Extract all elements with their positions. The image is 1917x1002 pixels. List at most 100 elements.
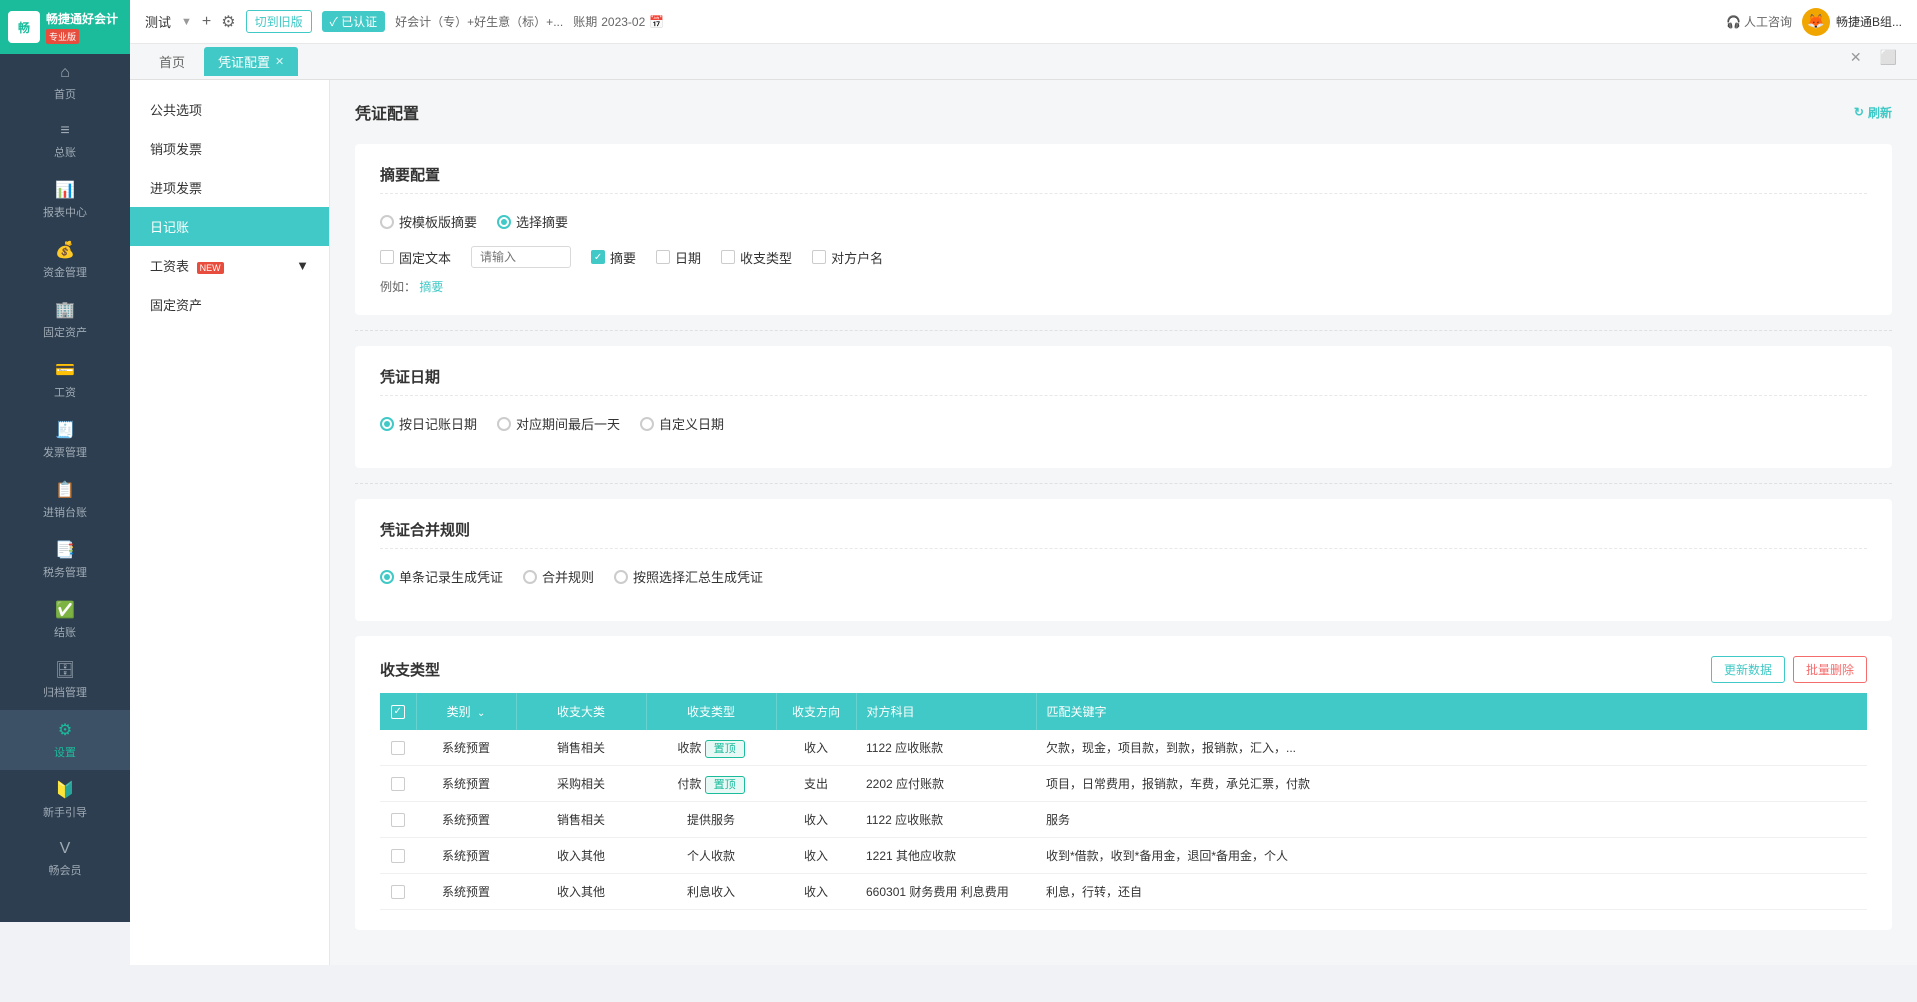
refresh-btn[interactable]: ↻ 刷新 bbox=[1854, 104, 1892, 121]
sidebar-item-guide[interactable]: 🔰 新手引导 bbox=[0, 770, 130, 830]
finance-icon: 💰 bbox=[55, 240, 75, 260]
calendar-icon[interactable]: 📅 bbox=[649, 15, 664, 29]
radio-select-total[interactable]: 按照选择汇总生成凭证 bbox=[614, 567, 763, 586]
radio-custom-date[interactable]: 自定义日期 bbox=[640, 414, 724, 433]
table-row: 系统预置 收入其他 个人收款 收入 1221 其他应收款 收到*借款，收到*备用… bbox=[380, 838, 1867, 874]
batch-delete-btn[interactable]: 批量删除 bbox=[1793, 656, 1867, 683]
update-data-btn[interactable]: 更新数据 bbox=[1711, 656, 1785, 683]
merge-radio-group: 单条记录生成凭证 合并规则 按照选择汇总生成凭证 bbox=[380, 567, 1867, 586]
cell-direction: 支出 bbox=[776, 766, 856, 802]
settings-icon: ⚙ bbox=[58, 720, 72, 740]
cell-account: 2202 应付账款 bbox=[856, 766, 1036, 802]
cell-category: 系统预置 bbox=[416, 874, 516, 910]
left-panel-item-purchase-inv[interactable]: 进项发票 bbox=[130, 168, 329, 207]
sidebar-item-fixed[interactable]: 🏢 固定资产 bbox=[0, 290, 130, 350]
sidebar: 畅 畅捷通好会计 专业版 ⌂ 首页 ≡ 总账 📊 报表中心 💰 资金管理 🏢 固… bbox=[0, 0, 130, 922]
left-panel-item-public[interactable]: 公共选项 bbox=[130, 90, 329, 129]
checkbox-box-counterpart bbox=[812, 250, 826, 264]
user-btn[interactable]: 🦊 畅捷通B组... bbox=[1802, 8, 1902, 36]
table-row: 系统预置 收入其他 利息收入 收入 660301 财务费用 利息费用 利息，行转… bbox=[380, 874, 1867, 910]
new-badge: NEW bbox=[197, 262, 224, 274]
cell-big-type: 采购相关 bbox=[516, 766, 646, 802]
th-check[interactable]: ✓ bbox=[380, 693, 416, 730]
radio-template[interactable]: 按模板版摘要 bbox=[380, 212, 477, 231]
checkbox-date[interactable]: 日期 bbox=[656, 248, 701, 267]
sidebar-item-purchase[interactable]: 📋 进销台账 bbox=[0, 470, 130, 530]
sidebar-logo: 畅 畅捷通好会计 专业版 bbox=[0, 0, 130, 54]
topbar-add-btn[interactable]: + bbox=[202, 13, 211, 31]
cell-check[interactable] bbox=[380, 730, 416, 766]
checkbox-box-fixed bbox=[380, 250, 394, 264]
radio-circle-merge bbox=[523, 570, 537, 584]
radio-circle-single bbox=[380, 570, 394, 584]
fixed-icon: 🏢 bbox=[55, 300, 75, 320]
radio-journal-date[interactable]: 按日记账日期 bbox=[380, 414, 477, 433]
radio-circle-total bbox=[614, 570, 628, 584]
topbar-dropdown[interactable]: ▼ bbox=[181, 16, 192, 28]
left-panel-item-journal[interactable]: 日记账 bbox=[130, 207, 329, 246]
checkbox-fixed-text[interactable]: 固定文本 bbox=[380, 248, 451, 267]
table-row: 系统预置 销售相关 收款 置顶 收入 1122 应收账款 欠款，现金，项目款，到… bbox=[380, 730, 1867, 766]
radio-circle-select bbox=[497, 215, 511, 229]
tab-voucher-config[interactable]: 凭证配置 ✕ bbox=[204, 47, 298, 76]
sidebar-item-salary[interactable]: 💳 工资 bbox=[0, 350, 130, 410]
window-controls: ✕ ⬜ bbox=[1845, 44, 1902, 71]
close-btn[interactable]: ✕ bbox=[1845, 44, 1867, 71]
radio-select[interactable]: 选择摘要 bbox=[497, 212, 568, 231]
date-section: 凭证日期 按日记账日期 对应期间最后一天 自定义日期 bbox=[355, 346, 1892, 468]
avatar: 🦊 bbox=[1802, 8, 1830, 36]
summary-checkbox-row: 固定文本 ✓ 摘要 日期 收支类型 bbox=[380, 246, 1867, 268]
service-btn[interactable]: 🎧 人工咨询 bbox=[1726, 13, 1792, 30]
sidebar-item-invoice[interactable]: 🧾 发票管理 bbox=[0, 410, 130, 470]
tab-home[interactable]: 首页 bbox=[145, 47, 199, 76]
radio-merge-rule[interactable]: 合并规则 bbox=[523, 567, 594, 586]
fixed-text-input[interactable] bbox=[471, 246, 571, 268]
cell-category: 系统预置 bbox=[416, 838, 516, 874]
th-account: 对方科目 bbox=[856, 693, 1036, 730]
left-panel-item-sales[interactable]: 销项发票 bbox=[130, 129, 329, 168]
cell-keyword: 收到*借款，收到*备用金，退回*备用金，个人 bbox=[1036, 838, 1867, 874]
cell-keyword: 欠款，现金，项目款，到款，报销款，汇入，... bbox=[1036, 730, 1867, 766]
logo-badge: 专业版 bbox=[46, 29, 79, 44]
headset-icon: 🎧 bbox=[1726, 15, 1741, 29]
sidebar-item-settlement[interactable]: ✅ 结账 bbox=[0, 590, 130, 650]
sidebar-item-archive[interactable]: 🗄 归档管理 bbox=[0, 650, 130, 710]
sidebar-item-ledger[interactable]: ≡ 总账 bbox=[0, 112, 130, 170]
cell-category: 系统预置 bbox=[416, 730, 516, 766]
cell-type: 利息收入 bbox=[646, 874, 776, 910]
example-text: 例如： 摘要 bbox=[380, 278, 1867, 295]
checkbox-type[interactable]: 收支类型 bbox=[721, 248, 792, 267]
sidebar-item-member[interactable]: V 畅会员 bbox=[0, 830, 130, 888]
radio-single[interactable]: 单条记录生成凭证 bbox=[380, 567, 503, 586]
cell-account: 1122 应收账款 bbox=[856, 730, 1036, 766]
radio-circle-journal-date bbox=[380, 417, 394, 431]
cell-big-type: 收入其他 bbox=[516, 838, 646, 874]
topbar-setting-btn[interactable]: ⚙ bbox=[221, 12, 235, 32]
cell-account: 1122 应收账款 bbox=[856, 802, 1036, 838]
radio-period-last[interactable]: 对应期间最后一天 bbox=[497, 414, 620, 433]
switch-version-btn[interactable]: 切到旧版 bbox=[246, 10, 312, 33]
cell-big-type: 销售相关 bbox=[516, 802, 646, 838]
cell-check[interactable] bbox=[380, 874, 416, 910]
cell-check[interactable] bbox=[380, 766, 416, 802]
left-panel-item-payroll[interactable]: 工资表 NEW ▼ bbox=[130, 246, 329, 285]
logo-text: 畅捷通好会计 专业版 bbox=[46, 10, 118, 44]
income-section-title: 收支类型 bbox=[380, 659, 440, 680]
maximize-btn[interactable]: ⬜ bbox=[1875, 44, 1902, 71]
checkbox-box-summary: ✓ bbox=[591, 250, 605, 264]
cell-check[interactable] bbox=[380, 838, 416, 874]
sort-icon[interactable]: ⌄ bbox=[477, 708, 485, 719]
tab-close-btn[interactable]: ✕ bbox=[275, 55, 284, 68]
sidebar-item-finance[interactable]: 💰 资金管理 bbox=[0, 230, 130, 290]
checkbox-summary[interactable]: ✓ 摘要 bbox=[591, 248, 636, 267]
checkbox-counterpart[interactable]: 对方户名 bbox=[812, 248, 883, 267]
cell-check[interactable] bbox=[380, 802, 416, 838]
sidebar-item-tax[interactable]: 📑 税务管理 bbox=[0, 530, 130, 590]
cell-type: 付款 置顶 bbox=[646, 766, 776, 802]
sidebar-item-settings[interactable]: ⚙ 设置 bbox=[0, 710, 130, 770]
right-content: 凭证配置 ↻ 刷新 摘要配置 按模板版摘要 选择摘要 bbox=[330, 80, 1917, 965]
table-actions: 更新数据 批量删除 bbox=[1711, 656, 1867, 683]
sidebar-item-reports[interactable]: 📊 报表中心 bbox=[0, 170, 130, 230]
left-panel-item-fixed-assets[interactable]: 固定资产 bbox=[130, 285, 329, 324]
sidebar-item-home[interactable]: ⌂ 首页 bbox=[0, 54, 130, 112]
